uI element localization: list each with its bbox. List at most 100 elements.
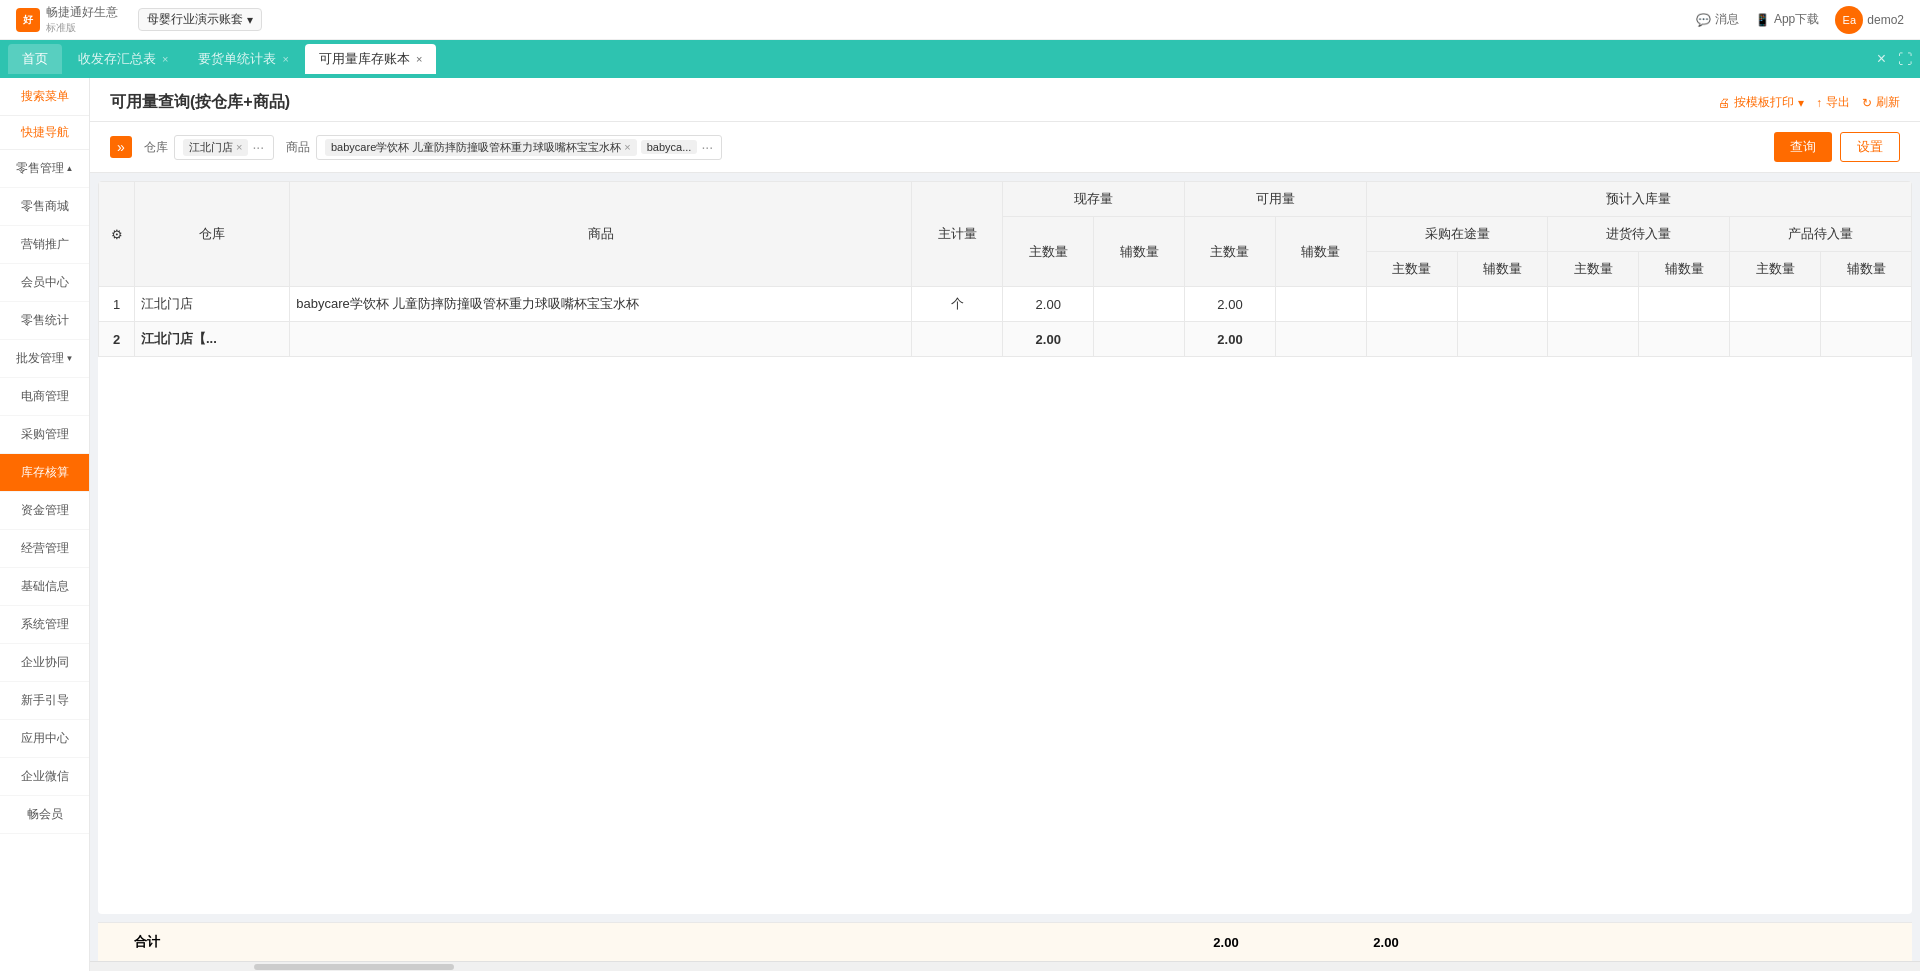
- top-bar-left: 好 畅捷通好生意 标准版 母婴行业演示账套 ▾: [16, 4, 262, 35]
- close-tab-summary[interactable]: ×: [162, 53, 168, 65]
- product-main-header: 主数量: [1730, 252, 1821, 287]
- chevron-down-icon: ▾: [247, 13, 253, 27]
- row-1-product: babycare学饮杯 儿童防摔防撞吸管杯重力球吸嘴杯宝宝水杯: [290, 287, 912, 322]
- row-2-product-main: [1730, 322, 1821, 357]
- message-icon: 💬: [1696, 13, 1711, 27]
- row-1-goods-sub: [1639, 287, 1730, 322]
- chevron-icon: ▲: [66, 164, 74, 173]
- goods-pending-header: 进货待入量: [1548, 217, 1730, 252]
- sidebar-item-enterprise[interactable]: 企业协同: [0, 644, 89, 682]
- row-2-purchase-main: [1366, 322, 1457, 357]
- row-1-current-main: 2.00: [1003, 287, 1094, 322]
- sidebar-item-chang-member[interactable]: 畅会员: [0, 796, 89, 834]
- refresh-icon: ↻: [1862, 96, 1872, 110]
- filter-expand-button[interactable]: »: [110, 136, 132, 158]
- tab-stock-available[interactable]: 可用量库存账本 ×: [305, 44, 436, 74]
- settings-col-header[interactable]: ⚙: [99, 182, 135, 287]
- product-input[interactable]: babycare学饮杯 儿童防摔防撞吸管杯重力球吸嘴杯宝宝水杯 × babyca…: [316, 135, 722, 160]
- content-area: 可用量查询(按仓库+商品) 🖨 按模板打印 ▾ ↑ 导出 ↻ 刷新: [90, 78, 1920, 971]
- purchase-in-transit-header: 采购在途量: [1366, 217, 1548, 252]
- sidebar-item-finance[interactable]: 资金管理: [0, 492, 89, 530]
- footer-current-main: 2.00: [1186, 935, 1266, 950]
- goods-sub-header: 辅数量: [1639, 252, 1730, 287]
- print-button[interactable]: 🖨 按模板打印 ▾: [1718, 94, 1804, 111]
- page-header-actions: 🖨 按模板打印 ▾ ↑ 导出 ↻ 刷新: [1718, 94, 1900, 111]
- close-tab-stock-available[interactable]: ×: [416, 53, 422, 65]
- print-icon: 🖨: [1718, 96, 1730, 110]
- tab-summary[interactable]: 收发存汇总表 ×: [64, 44, 182, 74]
- sidebar-item-purchase[interactable]: 采购管理: [0, 416, 89, 454]
- sidebar-search[interactable]: 搜索菜单: [0, 78, 89, 116]
- row-1-product-main: [1730, 287, 1821, 322]
- sidebar-item-system[interactable]: 系统管理: [0, 606, 89, 644]
- row-1-unit: 个: [912, 287, 1003, 322]
- sidebar-item-wholesale[interactable]: 批发管理 ▼: [0, 340, 89, 378]
- purchase-main-header: 主数量: [1366, 252, 1457, 287]
- footer-avail-main: 2.00: [1346, 935, 1426, 950]
- unit-col-header: 主计量: [912, 182, 1003, 287]
- row-1-purchase-sub: [1457, 287, 1548, 322]
- app-download-button[interactable]: 📱 App下载: [1755, 11, 1819, 28]
- row-2-warehouse: 江北门店【...: [135, 322, 290, 357]
- warehouse-tag-remove[interactable]: ×: [236, 141, 242, 153]
- chevron-down-icon: ▾: [1798, 96, 1804, 110]
- settings-button[interactable]: 设置: [1840, 132, 1900, 162]
- product-tag-1: babycare学饮杯 儿童防摔防撞吸管杯重力球吸嘴杯宝宝水杯 ×: [325, 139, 637, 156]
- sidebar-quick-nav[interactable]: 快捷导航: [0, 116, 89, 150]
- sidebar-item-ecommerce[interactable]: 电商管理: [0, 378, 89, 416]
- main-layout: 搜索菜单 快捷导航 零售管理 ▲ 零售商城 营销推广 会员中心 零售统计 批发管…: [0, 78, 1920, 971]
- industry-selector[interactable]: 母婴行业演示账套 ▾: [138, 8, 262, 31]
- row-2-current-main: 2.00: [1003, 322, 1094, 357]
- row-1-product-sub: [1821, 287, 1912, 322]
- sidebar-item-retail-mall[interactable]: 零售商城: [0, 188, 89, 226]
- close-all-tabs-button[interactable]: ×: [1873, 48, 1890, 70]
- scroll-thumb[interactable]: [254, 964, 454, 970]
- tab-home[interactable]: 首页: [8, 44, 62, 74]
- sidebar-item-operations[interactable]: 经营管理: [0, 530, 89, 568]
- warehouse-more-icon: ···: [252, 139, 264, 155]
- sidebar-item-member[interactable]: 会员中心: [0, 264, 89, 302]
- row-2-goods-sub: [1639, 322, 1730, 357]
- export-button[interactable]: ↑ 导出: [1816, 94, 1850, 111]
- logo-icon: 好: [16, 8, 40, 32]
- purchase-sub-header: 辅数量: [1457, 252, 1548, 287]
- horizontal-scrollbar[interactable]: [90, 961, 1920, 971]
- close-tab-order-stats[interactable]: ×: [282, 53, 288, 65]
- warehouse-input[interactable]: 江北门店 × ···: [174, 135, 274, 160]
- user-avatar-area[interactable]: Ea demo2: [1835, 6, 1904, 34]
- product-more-icon: ···: [701, 139, 713, 155]
- warehouse-label: 仓库: [144, 139, 168, 156]
- sidebar-item-inventory[interactable]: 库存核算: [0, 454, 89, 492]
- row-2-avail-main: 2.00: [1185, 322, 1276, 357]
- refresh-button[interactable]: ↻ 刷新: [1862, 94, 1900, 111]
- sidebar-item-basic-info[interactable]: 基础信息: [0, 568, 89, 606]
- warehouse-col-header: 仓库: [135, 182, 290, 287]
- data-table: ⚙ 仓库 商品 主计量 现存量 可用量 预计入库量 主数量 辅数量 主数量 辅数…: [98, 181, 1912, 357]
- row-2-current-sub: [1094, 322, 1185, 357]
- row-2-unit: [912, 322, 1003, 357]
- query-button[interactable]: 查询: [1774, 132, 1832, 162]
- page-header: 可用量查询(按仓库+商品) 🖨 按模板打印 ▾ ↑ 导出 ↻ 刷新: [90, 78, 1920, 122]
- expand-button[interactable]: ⛶: [1898, 51, 1912, 67]
- sidebar-item-marketing[interactable]: 营销推广: [0, 226, 89, 264]
- message-button[interactable]: 💬 消息: [1696, 11, 1739, 28]
- export-icon: ↑: [1816, 96, 1822, 110]
- row-2-avail-sub: [1275, 322, 1366, 357]
- chevron-down-icon: ▼: [66, 354, 74, 363]
- sidebar-item-guide[interactable]: 新手引导: [0, 682, 89, 720]
- current-sub-header: 辅数量: [1094, 217, 1185, 287]
- warehouse-filter-group: 仓库 江北门店 × ···: [144, 135, 274, 160]
- sidebar-item-wechat-work[interactable]: 企业微信: [0, 758, 89, 796]
- row-1-purchase-main: [1366, 287, 1457, 322]
- product-tag-1-remove[interactable]: ×: [624, 141, 630, 153]
- product-pending-header: 产品待入量: [1730, 217, 1912, 252]
- tab-order-stats[interactable]: 要货单统计表 ×: [184, 44, 302, 74]
- nav-tabs-right: × ⛶: [1873, 48, 1912, 70]
- row-2-goods-main: [1548, 322, 1639, 357]
- filter-actions: 查询 设置: [1774, 132, 1900, 162]
- nav-tabs: 首页 收发存汇总表 × 要货单统计表 × 可用量库存账本 × × ⛶: [0, 40, 1920, 78]
- sidebar-item-retail-stats[interactable]: 零售统计: [0, 302, 89, 340]
- sidebar-item-retail[interactable]: 零售管理 ▲: [0, 150, 89, 188]
- row-2-product-sub: [1821, 322, 1912, 357]
- sidebar-item-app-center[interactable]: 应用中心: [0, 720, 89, 758]
